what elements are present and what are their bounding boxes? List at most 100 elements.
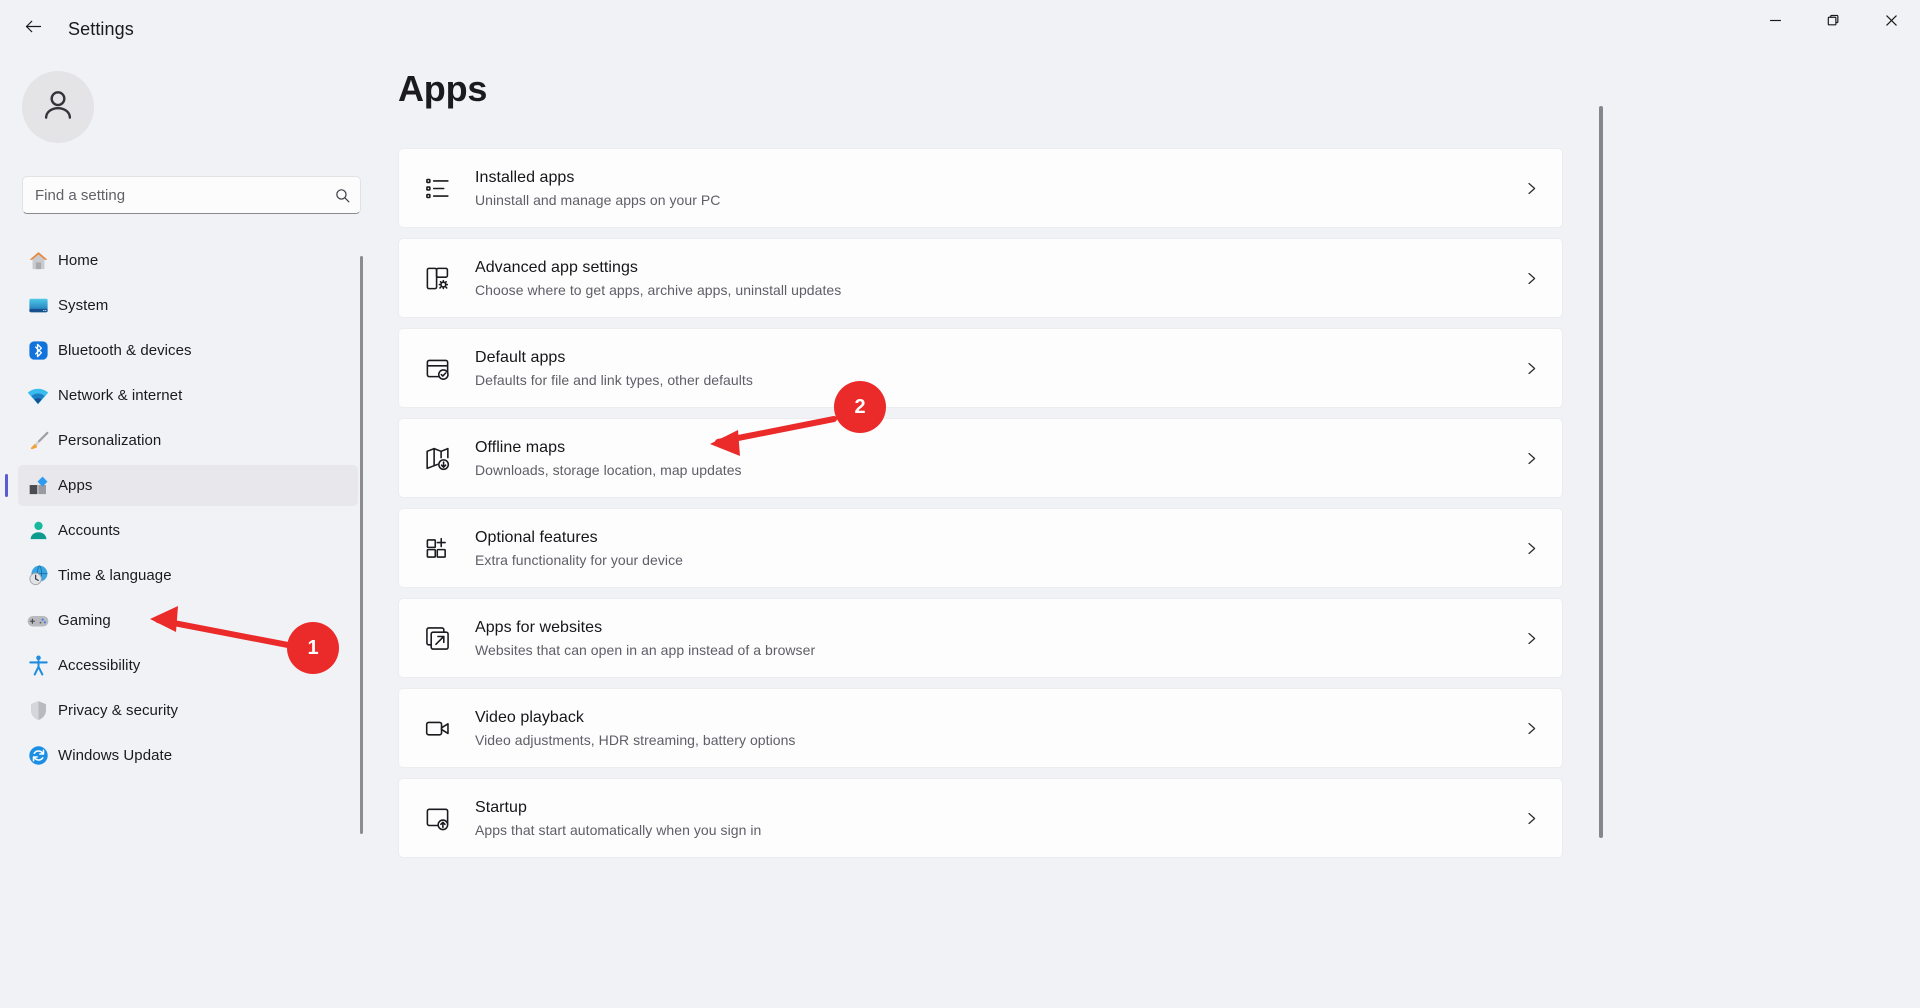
sidebar-item-system[interactable]: System: [18, 285, 358, 326]
search-box[interactable]: [22, 176, 361, 214]
advanced-app-settings-gear-icon: [399, 265, 475, 292]
chevron-right-icon: [1500, 721, 1562, 736]
bluetooth-icon: [18, 339, 58, 362]
card-text: Offline maps Downloads, storage location…: [475, 438, 1500, 479]
card-subtitle: Defaults for file and link types, other …: [475, 371, 753, 388]
update-refresh-icon: [18, 744, 58, 767]
sidebar: Home System: [0, 58, 380, 1008]
sidebar-item-accessibility[interactable]: Accessibility: [18, 645, 358, 686]
card-title: Advanced app settings: [475, 258, 638, 276]
system-monitor-icon: [18, 294, 58, 317]
card-apps-for-websites[interactable]: Apps for websites Websites that can open…: [398, 598, 1563, 678]
sidebar-item-label: Windows Update: [58, 747, 173, 764]
sidebar-item-label: Home: [58, 252, 99, 269]
card-subtitle: Uninstall and manage apps on your PC: [475, 191, 721, 208]
card-installed-apps[interactable]: Installed apps Uninstall and manage apps…: [398, 148, 1563, 228]
back-arrow-icon: [23, 16, 44, 42]
card-title: Default apps: [475, 348, 566, 366]
search-icon[interactable]: [324, 187, 360, 204]
sidebar-item-label: Accounts: [58, 522, 121, 539]
chevron-right-icon: [1500, 271, 1562, 286]
gamepad-icon: [18, 609, 58, 633]
card-title: Offline maps: [475, 438, 566, 456]
card-title: Startup: [475, 798, 527, 816]
card-title: Installed apps: [475, 168, 575, 186]
home-icon: [18, 249, 58, 272]
sidebar-item-label: Accessibility: [58, 657, 141, 674]
offline-maps-icon: [399, 445, 475, 472]
card-video-playback[interactable]: Video playback Video adjustments, HDR st…: [398, 688, 1563, 768]
window-title: Settings: [68, 18, 134, 39]
startup-icon: [399, 805, 475, 832]
sidebar-item-label: System: [58, 297, 109, 314]
settings-card-list: Installed apps Uninstall and manage apps…: [398, 148, 1563, 868]
sidebar-item-home[interactable]: Home: [18, 240, 358, 281]
page-title: Apps: [398, 68, 488, 109]
sidebar-item-gaming[interactable]: Gaming: [18, 600, 358, 641]
chevron-right-icon: [1500, 631, 1562, 646]
selection-indicator: [5, 474, 8, 497]
sidebar-item-apps[interactable]: Apps: [5, 465, 358, 506]
settings-window: Settings Find a setting Home System Blue…: [0, 0, 1920, 1008]
sidebar-item-label: Bluetooth & devices: [58, 342, 192, 359]
chevron-right-icon: [1500, 361, 1562, 376]
card-subtitle: Downloads, storage location, map updates: [475, 461, 742, 478]
video-camera-icon: [399, 715, 475, 742]
user-avatar-icon: [39, 86, 77, 129]
sidebar-nav: Home System Bluetooth & devices Network …: [0, 236, 372, 1006]
wifi-icon: [18, 384, 58, 408]
close-icon: [1885, 14, 1898, 32]
card-subtitle: Extra functionality for your device: [475, 551, 683, 568]
shield-icon: [18, 699, 58, 722]
optional-features-plus-icon: [399, 535, 475, 562]
main-scrollbar[interactable]: [1599, 106, 1603, 838]
chevron-right-icon: [1500, 541, 1562, 556]
maximize-button[interactable]: [1804, 0, 1862, 46]
card-text: Optional features Extra functionality fo…: [475, 528, 1500, 569]
sidebar-item-accounts[interactable]: Accounts: [18, 510, 358, 551]
avatar[interactable]: [22, 71, 94, 143]
minimize-button[interactable]: [1746, 0, 1804, 46]
sidebar-item-label: Personalization: [58, 432, 162, 449]
card-default-apps[interactable]: Default apps Defaults for file and link …: [398, 328, 1563, 408]
close-button[interactable]: [1862, 0, 1920, 46]
card-text: Advanced app settings Choose where to ge…: [475, 258, 1500, 299]
card-text: Startup Apps that start automatically wh…: [475, 798, 1500, 839]
card-title: Video playback: [475, 708, 584, 726]
card-startup[interactable]: Startup Apps that start automatically wh…: [398, 778, 1563, 858]
card-text: Installed apps Uninstall and manage apps…: [475, 168, 1500, 209]
sidebar-item-label: Privacy & security: [58, 702, 179, 719]
account-person-icon: [18, 519, 58, 542]
sidebar-item-privacy-security[interactable]: Privacy & security: [18, 690, 358, 731]
sidebar-item-network-internet[interactable]: Network & internet: [18, 375, 358, 416]
sidebar-item-windows-update[interactable]: Windows Update: [18, 735, 358, 776]
sidebar-item-label: Time & language: [58, 567, 172, 584]
chevron-right-icon: [1500, 811, 1562, 826]
window-controls: [1746, 0, 1920, 46]
sidebar-scrollbar[interactable]: [360, 256, 363, 834]
card-offline-maps[interactable]: Offline maps Downloads, storage location…: [398, 418, 1563, 498]
back-button[interactable]: [10, 11, 56, 47]
main-content: Apps Installed apps Uninstall and manage…: [380, 58, 1920, 1008]
apps-for-websites-icon: [399, 625, 475, 652]
sidebar-item-label: Network & internet: [58, 387, 183, 404]
card-advanced-app-settings[interactable]: Advanced app settings Choose where to ge…: [398, 238, 1563, 318]
card-text: Default apps Defaults for file and link …: [475, 348, 1500, 389]
restore-icon: [1827, 14, 1840, 32]
minimize-icon: [1769, 14, 1782, 32]
sidebar-item-personalization[interactable]: Personalization: [18, 420, 358, 461]
sidebar-item-time-language[interactable]: Time & language: [18, 555, 358, 596]
default-apps-check-icon: [399, 355, 475, 382]
card-subtitle: Video adjustments, HDR streaming, batter…: [475, 731, 796, 748]
globe-clock-icon: [18, 564, 58, 587]
card-title: Optional features: [475, 528, 598, 546]
chevron-right-icon: [1500, 181, 1562, 196]
card-optional-features[interactable]: Optional features Extra functionality fo…: [398, 508, 1563, 588]
title-bar: Settings: [0, 0, 1920, 58]
card-text: Video playback Video adjustments, HDR st…: [475, 708, 1500, 749]
search-input[interactable]: [23, 185, 324, 205]
sidebar-item-bluetooth-devices[interactable]: Bluetooth & devices: [18, 330, 358, 371]
accessibility-person-icon: [18, 654, 58, 677]
sidebar-item-label: Apps: [58, 477, 93, 494]
card-subtitle: Choose where to get apps, archive apps, …: [475, 281, 842, 298]
